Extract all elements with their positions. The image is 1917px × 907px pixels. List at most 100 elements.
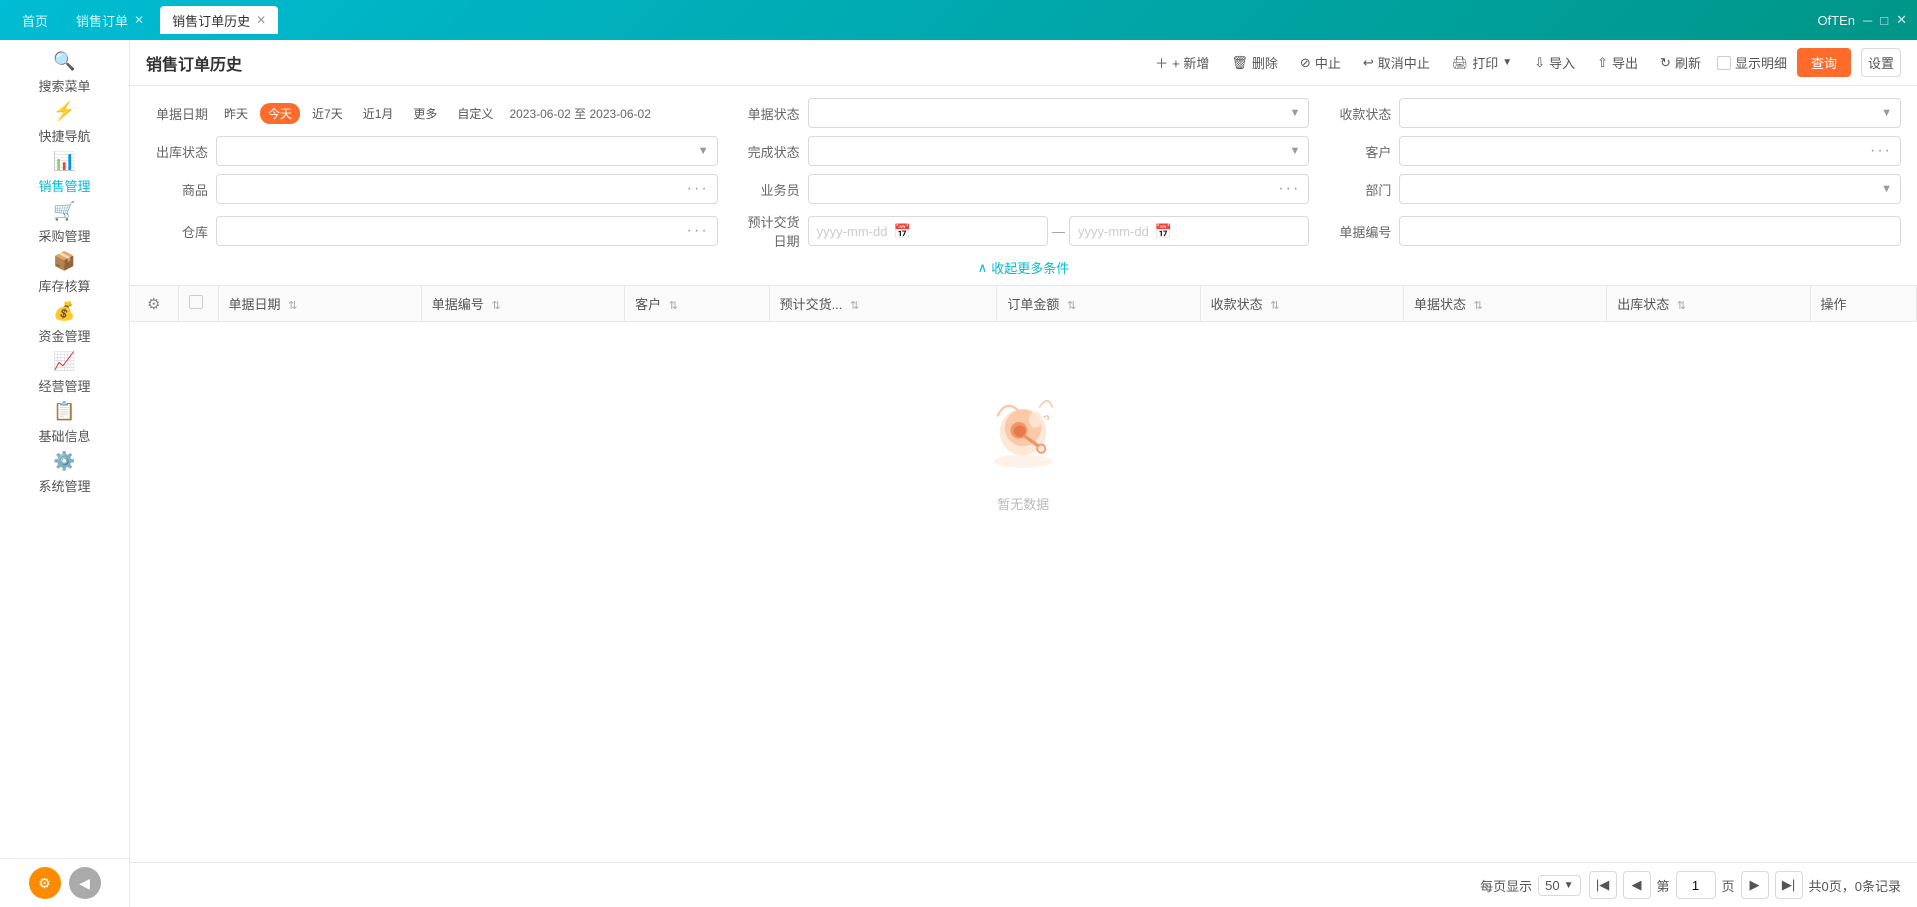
window-close-icon[interactable]: ✕: [1896, 12, 1907, 28]
sidebar-item-system-mgmt[interactable]: ⚙️ 系统管理: [0, 448, 129, 498]
sidebar-item-inventory[interactable]: 📦 库存核算: [0, 248, 129, 298]
out-status-select[interactable]: ▼: [216, 136, 718, 166]
date-more[interactable]: 更多: [405, 103, 445, 124]
cancel-stop-button[interactable]: ↩ 取消中止: [1357, 49, 1436, 76]
collapse-up-icon: ∧: [978, 260, 988, 276]
empty-text: 暂无数据: [997, 494, 1049, 513]
warehouse-input[interactable]: ···: [216, 216, 718, 246]
order-amount-sort-icon[interactable]: ⇅: [1067, 300, 1076, 312]
sidebar-item-quick-nav[interactable]: ⚡ 快捷导航: [0, 98, 129, 148]
stop-label: 中止: [1315, 53, 1341, 72]
delivery-date-end[interactable]: yyyy-mm-dd 📅: [1069, 216, 1309, 246]
tab-home-label: 首页: [22, 11, 48, 30]
tab-sales-order-history-close[interactable]: ✕: [256, 14, 266, 26]
complete-status-select[interactable]: ▼: [808, 136, 1310, 166]
prev-page-button[interactable]: ◀: [1623, 871, 1651, 899]
bill-date-sort-icon[interactable]: ⇅: [288, 300, 297, 312]
refresh-button[interactable]: ↻ 刷新: [1654, 49, 1707, 76]
print-label: 打印: [1472, 53, 1498, 72]
payment-status-control: ▼: [1399, 98, 1901, 128]
window-minimize-icon[interactable]: ─: [1863, 13, 1872, 28]
page-number-input[interactable]: [1676, 871, 1716, 899]
department-select[interactable]: ▼: [1399, 174, 1901, 204]
customer-sort-icon[interactable]: ⇅: [669, 300, 678, 312]
select-all-checkbox[interactable]: [189, 295, 203, 309]
salesman-input[interactable]: ···: [808, 174, 1310, 204]
goods-input[interactable]: ···: [216, 174, 718, 204]
display-detail-toggle[interactable]: 显示明细: [1717, 53, 1787, 72]
stop-button[interactable]: ⊘ 中止: [1294, 49, 1347, 76]
sidebar-bottom: ⚙ ◀: [0, 858, 129, 907]
bill-status-header-label: 单据状态: [1414, 297, 1466, 312]
checkbox-column-header[interactable]: [178, 286, 218, 322]
date-7days[interactable]: 近7天: [304, 103, 351, 124]
bill-status-column-header[interactable]: 单据状态 ⇅: [1403, 286, 1606, 322]
filter-row-1: 单据日期 昨天 今天 近7天 近1月 更多 自定义 2023-06-02 至 2…: [146, 98, 1901, 128]
filter-goods-cell: 商品 ···: [146, 174, 718, 204]
sidebar-settings-icon[interactable]: ⚙: [29, 867, 61, 899]
display-detail-label: 显示明细: [1735, 53, 1787, 72]
out-status-column-header[interactable]: 出库状态 ⇅: [1607, 286, 1810, 322]
date-yesterday[interactable]: 昨天: [216, 103, 256, 124]
sidebar-item-system-mgmt-label: 系统管理: [38, 476, 90, 495]
bill-no-column-header[interactable]: 单据编号 ⇅: [421, 286, 624, 322]
per-page-select[interactable]: 50 ▼: [1538, 875, 1580, 896]
sidebar-item-operation[interactable]: 📈 经营管理: [0, 348, 129, 398]
delivery-date-start[interactable]: yyyy-mm-dd 📅: [808, 216, 1048, 246]
customer-column-header[interactable]: 客户 ⇅: [625, 286, 769, 322]
delivery-date-column-header[interactable]: 预计交货... ⇅: [769, 286, 997, 322]
payment-status-select[interactable]: ▼: [1399, 98, 1901, 128]
customer-input[interactable]: ···: [1399, 136, 1901, 166]
payment-status-column-header[interactable]: 收款状态 ⇅: [1200, 286, 1403, 322]
department-arrow-icon: ▼: [1881, 183, 1892, 195]
bill-status-sort-icon[interactable]: ⇅: [1474, 300, 1483, 312]
sidebar-item-sales-mgmt[interactable]: 📊 销售管理: [0, 148, 129, 198]
delivery-date-sort-icon[interactable]: ⇅: [850, 300, 859, 312]
import-button[interactable]: ⇩ 导入: [1528, 49, 1581, 76]
bill-status-select[interactable]: ▼: [808, 98, 1310, 128]
settings-column-header[interactable]: ⚙: [130, 286, 178, 322]
sidebar-item-search-menu[interactable]: 🔍 搜索菜单: [0, 48, 129, 98]
out-status-sort-icon[interactable]: ⇅: [1677, 300, 1686, 312]
sidebar-item-basic-info[interactable]: 📋 基础信息: [0, 398, 129, 448]
sidebar-collapse-icon[interactable]: ◀: [69, 867, 101, 899]
new-button[interactable]: ＋ + 新增: [1149, 49, 1215, 76]
tab-sales-order-history[interactable]: 销售订单历史 ✕: [160, 6, 278, 34]
sidebar-item-capital[interactable]: 💰 资金管理: [0, 298, 129, 348]
payment-status-header-label: 收款状态: [1211, 297, 1263, 312]
bill-no-sort-icon[interactable]: ⇅: [491, 300, 500, 312]
sidebar-item-sales-mgmt-label: 销售管理: [38, 176, 90, 195]
date-1month[interactable]: 近1月: [355, 103, 402, 124]
last-page-button[interactable]: ▶|: [1775, 871, 1803, 899]
table-area: ⚙ 单据日期 ⇅ 单据编号 ⇅: [130, 286, 1917, 862]
bill-no-input[interactable]: [1399, 216, 1901, 246]
complete-status-label: 完成状态: [738, 142, 808, 161]
delete-button[interactable]: 🗑 删除: [1225, 49, 1284, 76]
operation-column-header: 操作: [1810, 286, 1916, 322]
first-page-button[interactable]: |◀: [1589, 871, 1617, 899]
delivery-date-header-label: 预计交货...: [780, 297, 843, 312]
bill-date-column-header[interactable]: 单据日期 ⇅: [218, 286, 421, 322]
tab-home[interactable]: 首页: [10, 6, 60, 34]
order-amount-column-header[interactable]: 订单金额 ⇅: [997, 286, 1200, 322]
table-body: 暂无数据: [130, 322, 1917, 574]
complete-status-arrow-icon: ▼: [1289, 145, 1300, 157]
window-maximize-icon[interactable]: □: [1880, 13, 1888, 28]
collapse-button[interactable]: ∧ 收起更多条件: [146, 258, 1901, 277]
search-button[interactable]: 查询: [1797, 48, 1851, 77]
sidebar-item-purchase-mgmt[interactable]: 🛒 采购管理: [0, 198, 129, 248]
date-range-text: 2023-06-02 至 2023-06-02: [509, 105, 650, 122]
payment-status-sort-icon[interactable]: ⇅: [1270, 300, 1279, 312]
next-page-button[interactable]: ▶: [1741, 871, 1769, 899]
filter-salesman-cell: 业务员 ···: [738, 174, 1310, 204]
display-detail-checkbox[interactable]: [1717, 56, 1731, 70]
export-button[interactable]: ⇧ 导出: [1591, 49, 1644, 76]
customer-label: 客户: [1329, 142, 1399, 161]
date-today[interactable]: 今天: [260, 103, 300, 124]
date-custom[interactable]: 自定义: [449, 103, 501, 124]
table-settings-icon[interactable]: ⚙: [147, 296, 160, 313]
tab-sales-order-close[interactable]: ✕: [134, 14, 144, 26]
tab-sales-order[interactable]: 销售订单 ✕: [64, 6, 156, 34]
settings-button[interactable]: 设置: [1861, 48, 1901, 77]
print-button[interactable]: 🖨 打印 ▼: [1446, 49, 1518, 76]
